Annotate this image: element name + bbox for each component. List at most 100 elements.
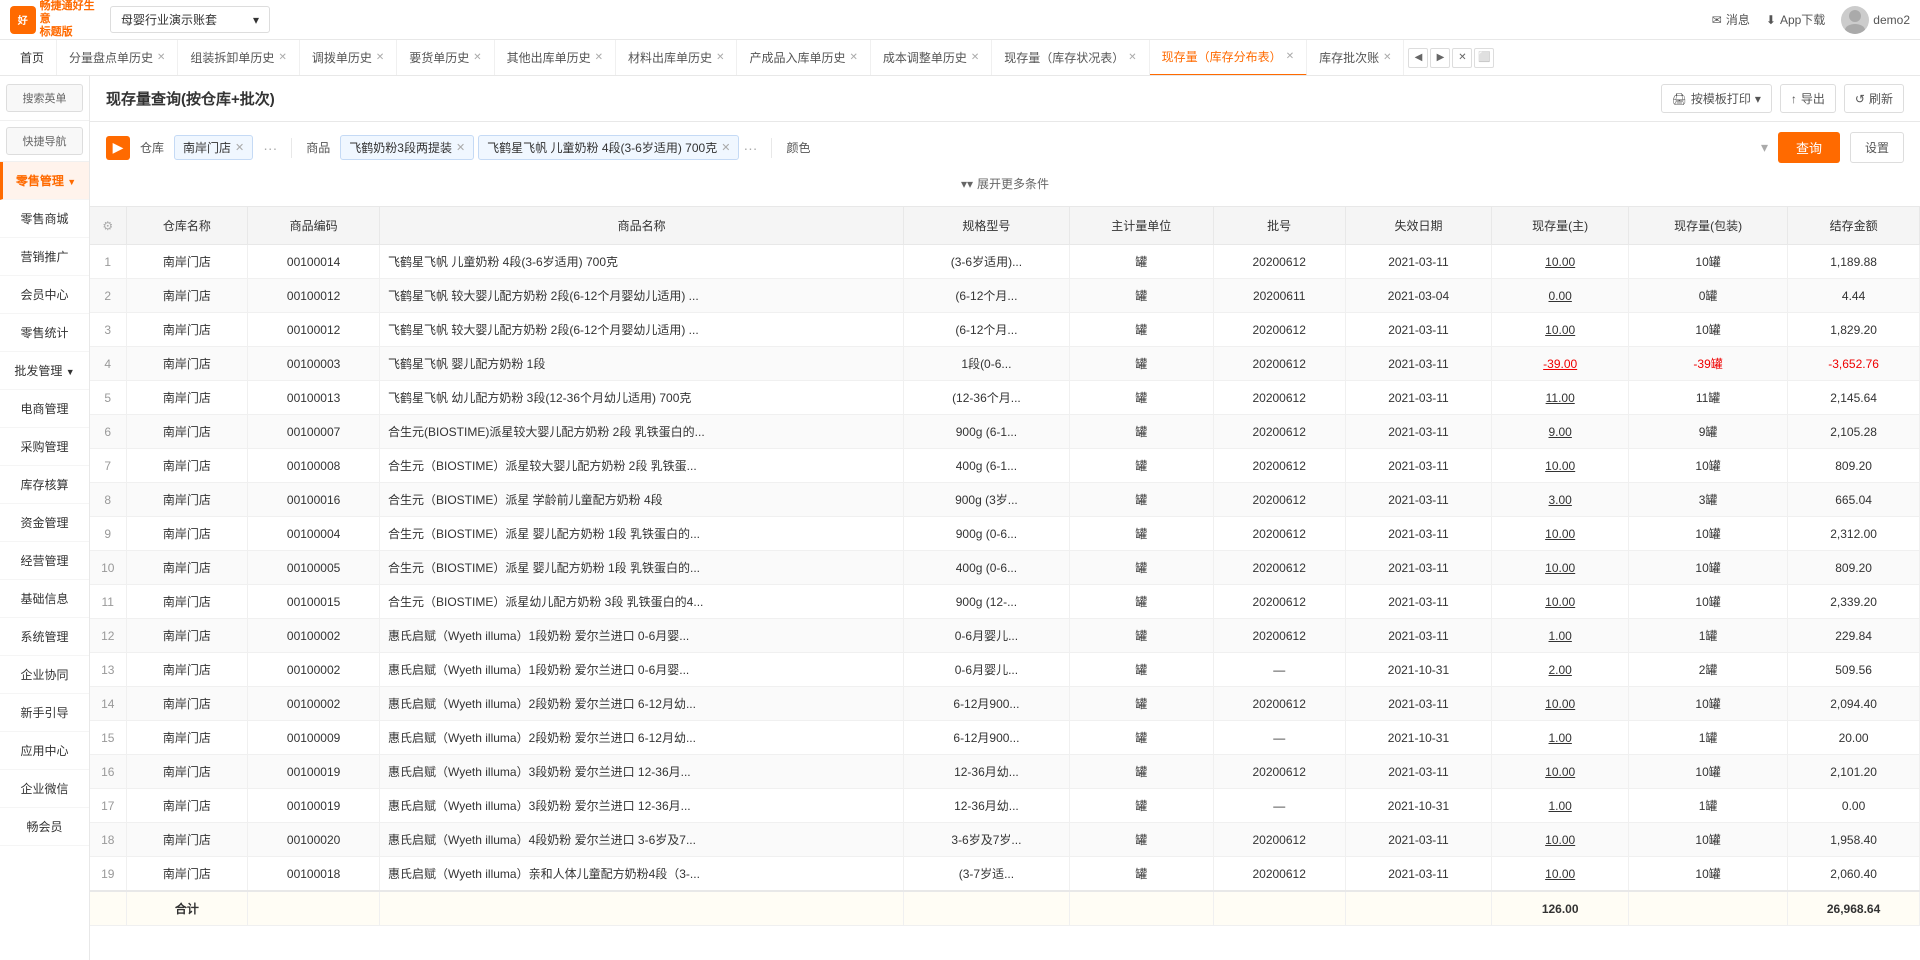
tab-11[interactable]: 库存批次账 ✕ (1307, 40, 1404, 76)
cell-qty-main[interactable]: 10.00 (1492, 449, 1629, 483)
cell-spec: 900g (6-1... (904, 415, 1069, 449)
setting-btn[interactable]: 设置 (1850, 132, 1904, 163)
sidebar-item-business[interactable]: 经营管理 (0, 542, 89, 580)
tab-maximize-btn[interactable]: ⬜ (1474, 48, 1494, 68)
tab-6-close[interactable]: ✕ (716, 52, 724, 63)
cell-qty-main[interactable]: 2.00 (1492, 653, 1629, 687)
product-tag-0-close[interactable]: ✕ (456, 141, 465, 154)
product-filter-more[interactable]: ··· (743, 140, 757, 156)
message-btn[interactable]: ✉ 消息 (1712, 11, 1750, 28)
tab-prev-btn[interactable]: ◀ (1408, 48, 1428, 68)
search-menu-btn[interactable]: 搜索英单 (6, 84, 83, 112)
cell-spec: 0-6月婴儿... (904, 619, 1069, 653)
cell-unit: 罐 (1069, 313, 1213, 347)
quick-nav-btn[interactable]: 快捷导航 (6, 127, 83, 155)
cell-qty-main[interactable]: 3.00 (1492, 483, 1629, 517)
cell-qty-main[interactable]: 10.00 (1492, 823, 1629, 857)
color-dropdown-icon[interactable]: ▾ (1761, 139, 1768, 156)
cell-qty-main[interactable]: 1.00 (1492, 789, 1629, 823)
tab-7-close[interactable]: ✕ (849, 52, 857, 63)
tab-1[interactable]: 分量盘点单历史 ✕ (57, 40, 178, 76)
warehouse-filter-more[interactable]: ··· (263, 140, 277, 156)
sidebar-item-purchase[interactable]: 采购管理 (0, 428, 89, 466)
cell-qty-main[interactable]: 11.00 (1492, 381, 1629, 415)
cell-num: 12 (90, 619, 126, 653)
expand-more-conditions-btn[interactable]: ▾▾ 展开更多条件 (953, 171, 1057, 196)
product-tag-0[interactable]: 飞鹤奶粉3段两提装 ✕ (340, 135, 474, 160)
cell-qty-main[interactable]: 10.00 (1492, 517, 1629, 551)
expand-filter-btn[interactable]: ▶ (106, 136, 130, 160)
tab-4[interactable]: 要货单历史 ✕ (397, 40, 494, 76)
col-settings[interactable]: ⚙ (90, 207, 126, 245)
cell-qty-main[interactable]: 0.00 (1492, 279, 1629, 313)
sidebar-item-system[interactable]: 系统管理 (0, 618, 89, 656)
tab-next-btn[interactable]: ▶ (1430, 48, 1450, 68)
cell-qty-pkg: 10罐 (1629, 313, 1788, 347)
cell-expire: 2021-10-31 (1345, 653, 1492, 687)
tab-9-close[interactable]: ✕ (1128, 52, 1136, 63)
sidebar-item-members[interactable]: 会员中心 (0, 276, 89, 314)
warehouse-selector[interactable]: 母婴行业演示账套 ▾ (110, 6, 270, 33)
sidebar-item-member-club[interactable]: 畅会员 (0, 808, 89, 846)
sidebar-item-guide[interactable]: 新手引导 (0, 694, 89, 732)
cell-expire: 2021-03-11 (1345, 823, 1492, 857)
cell-qty-main[interactable]: 10.00 (1492, 585, 1629, 619)
cell-qty-main[interactable]: 10.00 (1492, 857, 1629, 892)
cell-name: 合生元（BIOSTIME）派星较大婴儿配方奶粉 2段 乳铁蛋... (380, 449, 904, 483)
tab-2-close[interactable]: ✕ (278, 52, 286, 63)
cell-qty-main[interactable]: 10.00 (1492, 313, 1629, 347)
tab-10[interactable]: 现存量（库存分布表） ✕ (1150, 40, 1307, 76)
tab-1-close[interactable]: ✕ (157, 52, 165, 63)
tab-7[interactable]: 产成品入库单历史 ✕ (737, 40, 870, 76)
settings-icon[interactable]: ⚙ (102, 219, 113, 233)
product-tag-1-close[interactable]: ✕ (721, 141, 730, 154)
tab-3-close[interactable]: ✕ (376, 52, 384, 63)
app-download-btn[interactable]: ⬇ App下载 (1766, 11, 1825, 28)
cell-qty-main[interactable]: 10.00 (1492, 245, 1629, 279)
tab-4-close[interactable]: ✕ (473, 52, 481, 63)
export-btn[interactable]: ↑ 导出 (1780, 84, 1836, 113)
refresh-btn[interactable]: ↺ 刷新 (1844, 84, 1904, 113)
query-btn[interactable]: 查询 (1778, 132, 1840, 163)
sidebar-item-retail-mall[interactable]: 零售商城 (0, 200, 89, 238)
table-row: 2 南岸门店 00100012 飞鹤星飞帆 较大婴儿配方奶粉 2段(6-12个月… (90, 279, 1920, 313)
sidebar-item-finance[interactable]: 资金管理 (0, 504, 89, 542)
tab-11-close[interactable]: ✕ (1383, 52, 1391, 63)
tab-5[interactable]: 其他出库单历史 ✕ (495, 40, 616, 76)
sidebar-item-basic-info[interactable]: 基础信息 (0, 580, 89, 618)
tab-3[interactable]: 调拨单历史 ✕ (300, 40, 397, 76)
warehouse-tag-0[interactable]: 南岸门店 ✕ (174, 135, 253, 160)
print-template-btn[interactable]: 🖨 按模板打印 ▾ (1661, 84, 1772, 113)
product-tag-1[interactable]: 飞鹤星飞帆 儿童奶粉 4段(3-6岁适用) 700克 ✕ (478, 135, 739, 160)
sidebar-item-inventory[interactable]: 库存核算 (0, 466, 89, 504)
cell-qty-main[interactable]: 9.00 (1492, 415, 1629, 449)
sidebar-item-ecommerce[interactable]: 电商管理 (0, 390, 89, 428)
tab-9[interactable]: 现存量（库存状况表） ✕ (992, 40, 1149, 76)
sidebar-item-app-center[interactable]: 应用中心 (0, 732, 89, 770)
sidebar-item-wholesale[interactable]: 批发管理 ▼ (0, 352, 89, 390)
user-profile[interactable]: demo2 (1841, 6, 1910, 34)
tab-more-btn[interactable]: ✕ (1452, 48, 1472, 68)
tab-8-close[interactable]: ✕ (971, 52, 979, 63)
cell-qty-main[interactable]: 1.00 (1492, 721, 1629, 755)
tab-10-close[interactable]: ✕ (1286, 51, 1294, 62)
sidebar-item-retail-management[interactable]: 零售管理 ▼ (0, 162, 89, 200)
tab-2[interactable]: 组装拆卸单历史 ✕ (178, 40, 299, 76)
sidebar-item-retail-management-label: 零售管理 ▼ (9, 172, 83, 189)
cell-qty-main[interactable]: 10.00 (1492, 551, 1629, 585)
sidebar-item-marketing[interactable]: 营销推广 (0, 238, 89, 276)
cell-qty-main[interactable]: 1.00 (1492, 619, 1629, 653)
cell-qty-main[interactable]: 10.00 (1492, 755, 1629, 789)
cell-qty-main[interactable]: -39.00 (1492, 347, 1629, 381)
cell-unit: 罐 (1069, 483, 1213, 517)
tab-8[interactable]: 成本调整单历史 ✕ (871, 40, 992, 76)
sidebar-item-wechat[interactable]: 企业微信 (0, 770, 89, 808)
tab-5-close[interactable]: ✕ (595, 52, 603, 63)
cell-qty-main[interactable]: 10.00 (1492, 687, 1629, 721)
sidebar-item-retail-stats[interactable]: 零售统计 (0, 314, 89, 352)
warehouse-tag-0-close[interactable]: ✕ (235, 141, 244, 154)
tab-home[interactable]: 首页 (8, 40, 57, 76)
filter-row: ▶ 仓库 南岸门店 ✕ ··· 商品 飞鹤奶粉3段两提装 ✕ (106, 132, 1904, 163)
tab-6[interactable]: 材料出库单历史 ✕ (616, 40, 737, 76)
sidebar-item-enterprise[interactable]: 企业协同 (0, 656, 89, 694)
